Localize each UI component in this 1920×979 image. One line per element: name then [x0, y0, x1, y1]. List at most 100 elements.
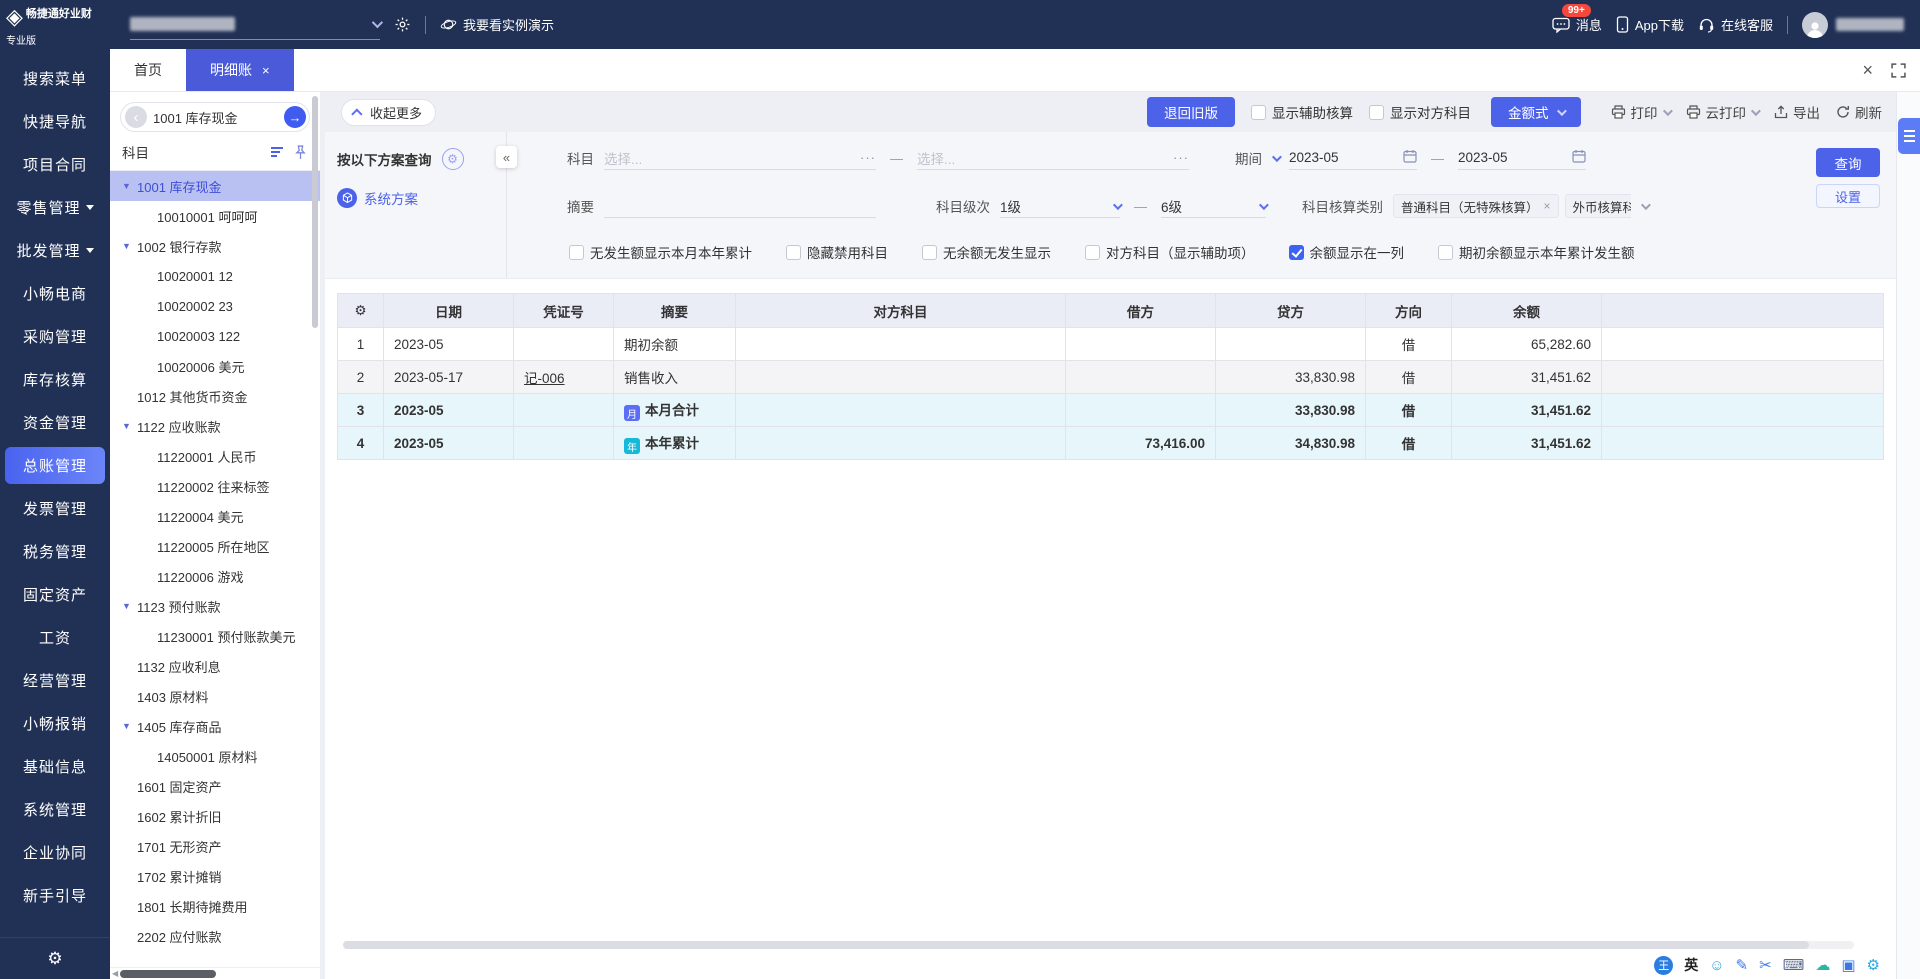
tree-item[interactable]: 1403 原材料 — [110, 681, 320, 711]
account-search[interactable]: ‹ 1001 库存现金 → — [120, 102, 310, 132]
tree-item[interactable]: ▼ 1123 预付账款 — [110, 591, 320, 621]
tree-item[interactable]: 10020001 12 — [110, 261, 320, 291]
calendar-icon[interactable] — [1572, 149, 1586, 166]
company-selector[interactable] — [130, 10, 384, 40]
caret-down-icon[interactable]: ▼ — [122, 601, 137, 611]
tab-detail-ledger[interactable]: 明细账 × — [186, 49, 294, 91]
caret-down-icon[interactable]: ▼ — [122, 721, 137, 731]
topbar-gear-button[interactable] — [394, 16, 411, 33]
chevron-down-icon[interactable] — [1271, 151, 1282, 162]
amount-format-button[interactable]: 金额式 — [1491, 97, 1581, 127]
tree-item[interactable]: 10020003 122 — [110, 321, 320, 351]
scrollbar-thumb[interactable] — [120, 969, 217, 978]
list-icon[interactable] — [271, 147, 283, 157]
collapse-more-button[interactable]: 收起更多 — [341, 98, 437, 126]
back-old-version-button[interactable]: 退回旧版 — [1147, 97, 1235, 127]
tree-item[interactable]: 1601 固定资产 — [110, 771, 320, 801]
tab-home[interactable]: 首页 — [110, 49, 186, 91]
print-button[interactable]: 打印 — [1611, 102, 1673, 122]
scheme-gear-button[interactable]: ⚙ — [441, 148, 464, 170]
column-header[interactable]: 方向 — [1365, 293, 1452, 328]
caret-down-icon[interactable]: ▼ — [122, 241, 137, 251]
period-to-input[interactable]: 2023-05 — [1458, 146, 1586, 170]
close-page-icon[interactable]: × — [1862, 60, 1873, 81]
cloud-print-button[interactable]: 云打印 — [1686, 102, 1761, 122]
keyboard-icon[interactable]: ⌨ — [1783, 958, 1805, 973]
subject-from-select[interactable]: 选择... ··· — [604, 146, 876, 170]
more-button[interactable]: ··· — [852, 150, 876, 165]
table-row[interactable]: 2 2023-05-17 记-006 销售收入 33,830.98 借 31,451.62 — [337, 360, 1884, 394]
sidebar-item[interactable]: 新手引导 — [0, 874, 110, 917]
calendar-icon[interactable] — [1403, 149, 1417, 166]
column-header[interactable]: 借方 — [1065, 293, 1216, 328]
sidebar-item[interactable]: 搜索菜单 — [0, 57, 110, 100]
main-horizontal-scrollbar[interactable] — [343, 941, 1854, 949]
query-button[interactable]: 查询 — [1816, 148, 1880, 177]
tree-item[interactable]: ▼ 1122 应收账款 — [110, 411, 320, 441]
online-service-button[interactable]: 在线客服 — [1698, 15, 1773, 34]
tree-item[interactable]: ▼ 1002 银行存款 — [110, 231, 320, 261]
table-gear-icon[interactable]: ⚙ — [337, 293, 384, 328]
tree-item[interactable]: 14050001 原材料 — [110, 741, 320, 771]
show-opposite-checkbox[interactable]: 显示对方科目 — [1369, 102, 1471, 122]
tree-item[interactable]: 10020002 23 — [110, 291, 320, 321]
caret-down-icon[interactable]: ▼ — [122, 421, 137, 431]
column-header[interactable]: 余额 — [1451, 293, 1602, 328]
level-from-select[interactable]: 1级 — [1000, 194, 1123, 218]
messages-button[interactable]: 99+ 消息 — [1552, 4, 1602, 34]
ime-logo-icon[interactable]: 王 — [1654, 955, 1674, 975]
tree-item[interactable]: 1602 累计折旧 — [110, 801, 320, 831]
sidebar-item[interactable]: 发票管理 — [0, 487, 110, 530]
tree-item[interactable]: 1702 累计摊销 — [110, 861, 320, 891]
toolbox-icon[interactable]: ▣ — [1841, 958, 1855, 973]
column-header[interactable]: 对方科目 — [735, 293, 1066, 328]
category-tag[interactable]: 外币核算科目× — [1564, 194, 1631, 218]
more-button[interactable]: ··· — [1165, 150, 1189, 165]
cloud-icon[interactable]: ☁ — [1815, 958, 1830, 973]
settings-button[interactable]: 设置 — [1816, 184, 1880, 208]
tree-item[interactable]: ▼ 1405 库存商品 — [110, 711, 320, 741]
voucher-link[interactable]: 记-006 — [524, 371, 565, 386]
refresh-button[interactable]: 刷新 — [1836, 102, 1882, 122]
tree-item[interactable]: 11230001 预付账款美元 — [110, 621, 320, 651]
period-from-input[interactable]: 2023-05 — [1289, 146, 1417, 170]
tree-item[interactable]: 11220005 所在地区 — [110, 531, 320, 561]
summary-input[interactable] — [604, 194, 876, 218]
display-option-checkbox[interactable]: 无发生额显示本月本年累计 — [569, 242, 752, 262]
show-aux-checkbox[interactable]: 显示辅助核算 — [1251, 102, 1353, 122]
sidebar-item[interactable]: 批发管理 — [0, 229, 110, 272]
tree-item[interactable]: 1132 应收利息 — [110, 651, 320, 681]
column-header[interactable]: 贷方 — [1215, 293, 1366, 328]
collapse-panel-button[interactable]: « — [496, 146, 517, 168]
subject-to-select[interactable]: 选择... ··· — [917, 146, 1189, 170]
level-to-select[interactable]: 6级 — [1161, 194, 1269, 218]
sidebar-item[interactable]: 资金管理 — [0, 401, 110, 444]
sidebar-item[interactable]: 小畅电商 — [0, 272, 110, 315]
sidebar-item[interactable]: 工资 — [0, 616, 110, 659]
app-download-button[interactable]: App下载 — [1616, 15, 1684, 34]
scissors-icon[interactable]: ✂ — [1759, 958, 1772, 973]
table-row[interactable]: 1 2023-05 期初余额 借 65,282.60 — [337, 327, 1884, 361]
column-header[interactable]: 摘要 — [613, 293, 736, 328]
display-option-checkbox[interactable]: 余额显示在一列 — [1288, 242, 1404, 262]
export-button[interactable]: 导出 — [1774, 102, 1820, 122]
expand-side-panel-button[interactable] — [1898, 118, 1920, 154]
tree-item[interactable]: 11220002 往来标签 — [110, 471, 320, 501]
close-icon[interactable]: × — [262, 63, 270, 78]
display-option-checkbox[interactable]: 隐藏禁用科目 — [786, 242, 888, 262]
sidebar-item[interactable]: 企业协同 — [0, 831, 110, 874]
table-row[interactable]: 4 2023-05 年本年累计 73,416.00 34,830.98 借 31,451.6… — [337, 426, 1884, 460]
pin-icon[interactable] — [293, 144, 308, 160]
system-scheme-link[interactable]: 系统方案 — [337, 188, 494, 208]
display-option-checkbox[interactable]: 期初余额显示本年累计发生额 — [1438, 242, 1635, 262]
tree-item[interactable]: 10010001 呵呵呵 — [110, 201, 320, 231]
avatar[interactable] — [1802, 11, 1828, 38]
sidebar-item[interactable]: 固定资产 — [0, 573, 110, 616]
category-tag[interactable]: 普通科目（无特殊核算） × — [1393, 194, 1559, 218]
column-header[interactable]: 日期 — [383, 293, 514, 328]
tree-vertical-scrollbar[interactable] — [312, 96, 318, 328]
fullscreen-icon[interactable] — [1891, 62, 1906, 78]
ime-language-toggle[interactable]: 英 — [1684, 955, 1698, 975]
emoji-icon[interactable]: ☺ — [1709, 958, 1724, 973]
pen-icon[interactable]: ✎ — [1736, 958, 1749, 973]
